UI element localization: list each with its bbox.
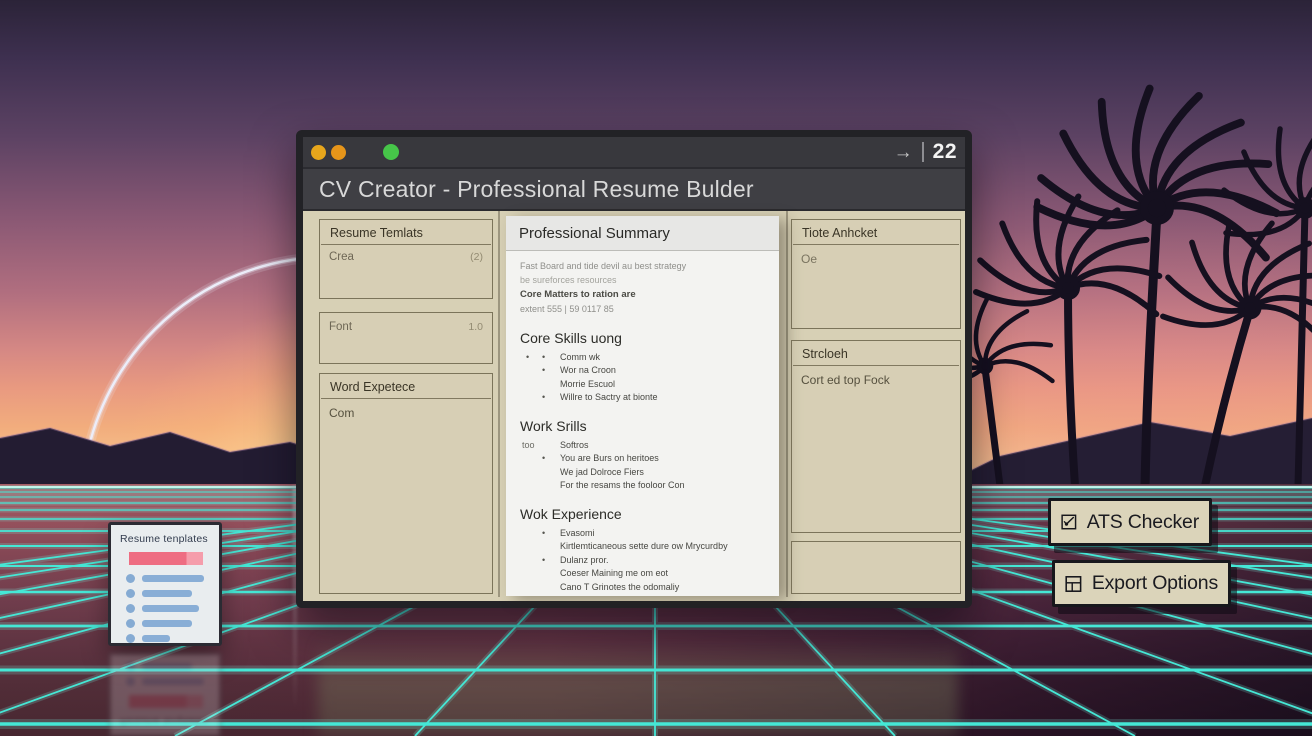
work-experience-panel[interactable]: Word Expetece Com [319, 373, 493, 594]
card-reflection: Resume tenplates [108, 652, 222, 736]
ats-checker-button[interactable]: ATS Checker [1048, 498, 1212, 546]
window-title: CV Creator - Professional Resume Bulder [319, 175, 754, 202]
font-panel[interactable]: Font 1.0 [319, 312, 493, 364]
list-item: Cano T Grinotes the odomaliy [560, 581, 680, 592]
card-list-row [126, 574, 219, 583]
list-dot-icon [126, 634, 135, 643]
list-item: We jad Dolroce Fiers [560, 466, 644, 477]
list-item: too Softros [520, 439, 765, 453]
resume-templates-panel[interactable]: Resume Temlats Crea (2) [319, 219, 493, 299]
work-experience-heading: Wok Experience [520, 505, 622, 522]
export-panes-icon [1065, 575, 1082, 592]
bullet-icon: • [542, 392, 546, 403]
summary-line: be sureforces resources [520, 274, 617, 285]
export-options-label: Export Options [1091, 572, 1218, 594]
list-item: For the resams the fooloor Con [560, 480, 685, 491]
export-options-button[interactable]: Export Options [1052, 560, 1231, 607]
traffic-light-close[interactable] [311, 144, 326, 160]
traffic-light-minimize[interactable] [331, 144, 346, 160]
window-title-bar: CV Creator - Professional Resume Bulder [303, 167, 965, 211]
status-panel-header: Strcloeh [793, 341, 959, 366]
ats-checker-label: ATS Checker [1086, 510, 1200, 533]
list-dot-icon [126, 619, 135, 628]
notes-panel-header: Tiote Anhcket [793, 220, 959, 245]
notes-panel-body: Oe [801, 252, 818, 266]
paper-section-header: Professional Summary [506, 216, 779, 251]
card-list-row [126, 634, 219, 643]
card-list-row [126, 604, 219, 613]
list-dot-icon [126, 574, 135, 583]
font-label: Font [329, 321, 353, 333]
list-prefix: too [522, 439, 535, 450]
list-item: • • Comm wk [520, 351, 765, 365]
list-item: • Dulanz pror. [520, 554, 765, 568]
ats-check-icon [1061, 514, 1077, 530]
summary-line: Core Matters to ration are [520, 288, 636, 300]
list-item: • Wor na Croon [520, 364, 765, 378]
bullet-icon: • [542, 554, 546, 565]
panel-divider-right [786, 211, 788, 597]
window-top-strip: → 22 [303, 137, 965, 167]
templates-item-count: (2) [470, 251, 483, 263]
card-accent-bar [129, 552, 203, 565]
list-item: Flersa R. [520, 594, 765, 596]
core-skills-heading: Core Skills uong [520, 329, 622, 346]
bullet-icon: • [526, 351, 530, 362]
forward-arrow-icon[interactable]: → [894, 143, 913, 162]
templates-item-label: Crea [329, 251, 354, 263]
titlebar-divider [921, 142, 924, 162]
list-dot-icon [126, 604, 135, 613]
font-value: 1.0 [468, 321, 483, 333]
list-item: • Evasomi [520, 527, 765, 541]
list-item: Kirtlemticaneous sette dure ow Mrycurdby [560, 541, 728, 552]
list-item: • Willre to Sactry at bionte [520, 391, 765, 405]
card-list-row [126, 619, 219, 628]
vaporwave-desktop: → 22 CV Creator - Professional Resume Bu… [0, 0, 1312, 736]
list-item: Morrie Escuol [560, 378, 616, 389]
work-skills-heading: Work Srills [520, 417, 587, 434]
counter-badge: 22 [932, 140, 957, 163]
window-content: Resume Temlats Crea (2) Font 1.0 Word Ex… [303, 211, 965, 597]
summary-line: Fast Board and tide devil au best strate… [520, 261, 687, 271]
list-item: • You are Burs on heritoes [520, 452, 765, 466]
traffic-light-zoom[interactable] [383, 144, 399, 160]
resume-template-card[interactable]: Resume tenplates [108, 522, 222, 646]
resume-preview-paper: Professional Summary Fast Board and tide… [506, 216, 779, 596]
app-window: → 22 CV Creator - Professional Resume Bu… [296, 130, 972, 608]
notes-panel[interactable]: Tiote Anhcket Oe [791, 219, 961, 329]
bullet-icon: • [542, 453, 546, 464]
card-list-row [126, 589, 219, 598]
paper-body: Fast Board and tide devil au best strate… [506, 251, 779, 596]
panel-divider-left [498, 211, 500, 597]
paper-title: Professional Summary [519, 225, 670, 242]
list-dot-icon [126, 589, 135, 598]
empty-panel [791, 541, 961, 594]
work-experience-header: Word Expetece [321, 374, 491, 399]
bullet-icon: • [542, 527, 546, 538]
summary-line: extent 555 | 59 0117 85 [520, 303, 614, 314]
bullet-icon: • [542, 365, 546, 376]
status-panel[interactable]: Strcloeh Cort ed top Fock [791, 340, 961, 533]
status-panel-body: Cort ed top Fock [801, 373, 890, 387]
work-experience-item: Com [329, 406, 355, 420]
resume-templates-header: Resume Temlats [321, 220, 491, 245]
card-title: Resume tenplates [120, 533, 208, 545]
bullet-icon: • [542, 351, 546, 362]
list-item: Coeser Maining me om eot [560, 568, 669, 579]
